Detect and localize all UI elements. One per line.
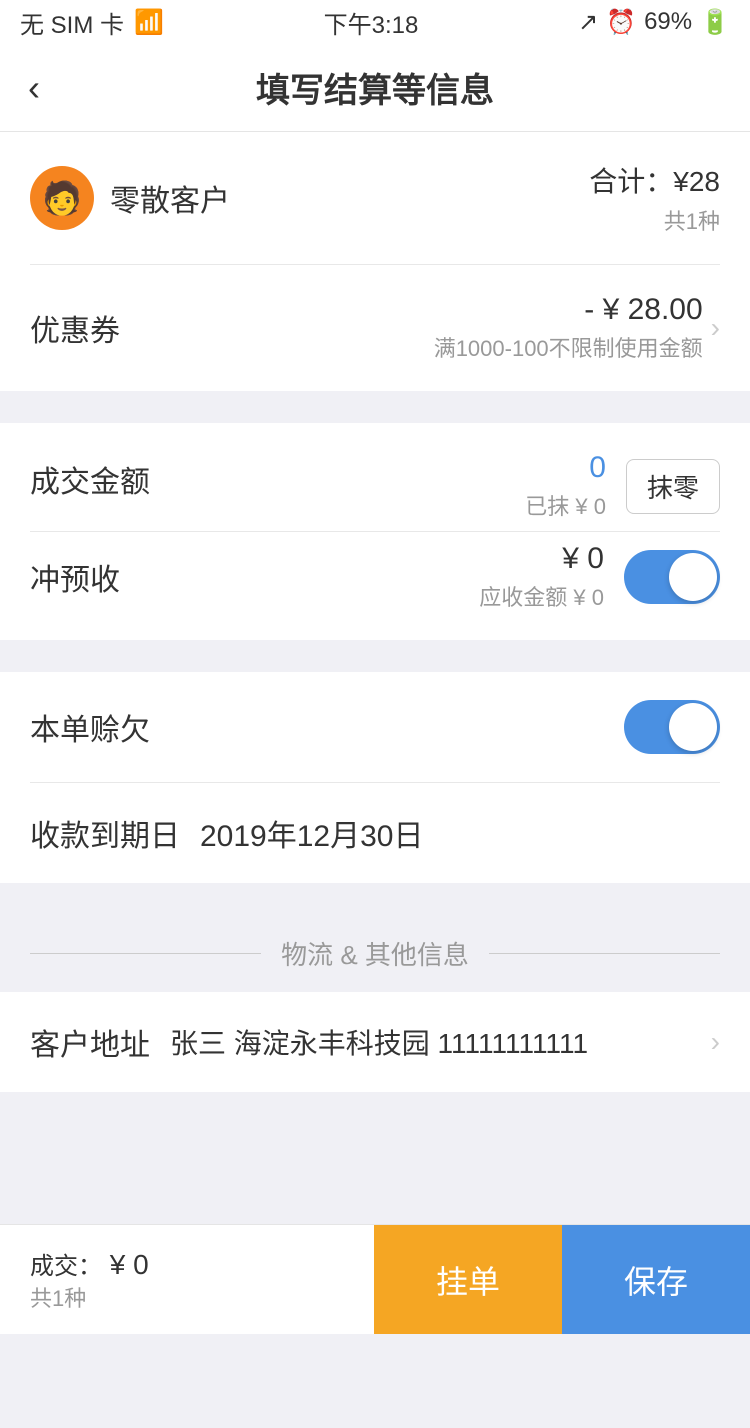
prepay-row: 冲预收 ¥ 0 应收金额 ¥ 0	[0, 532, 750, 640]
deal-label: 成交金额	[30, 451, 150, 501]
section-divider-1	[0, 407, 750, 423]
customer-row: 🧑 零散客户 合计：¥28 共1种	[0, 132, 750, 264]
prepay-amount: ¥ 0	[479, 542, 604, 576]
bottom-actions: 挂单 保存	[374, 1225, 750, 1334]
debt-toggle[interactable]	[624, 700, 720, 754]
avatar-icon: 🧑	[42, 179, 82, 217]
coupon-row[interactable]: 优惠券 - ¥ 28.00 满1000-100不限制使用金额 ›	[0, 265, 750, 391]
round-button[interactable]: 抹零	[626, 459, 720, 514]
debt-label: 本单赊欠	[30, 705, 150, 749]
status-bar: 无 SIM 卡 📶 下午3:18 ↗ ⏰ 69% 🔋	[0, 0, 750, 44]
bottom-deal-count: 共1种	[30, 1281, 344, 1313]
avatar: 🧑	[30, 166, 94, 230]
bottom-info: 成交： ¥ 0 共1种	[0, 1246, 374, 1313]
address-value: 张三 海淀永丰科技园 11111111111	[170, 1022, 711, 1062]
location-icon: ↗	[578, 8, 598, 37]
address-label: 客户地址	[30, 1020, 150, 1064]
back-button[interactable]: ‹	[28, 67, 40, 109]
wifi-icon: 📶	[134, 8, 164, 37]
prepay-label: 冲预收	[30, 555, 120, 599]
battery-text: 69%	[644, 8, 692, 36]
customer-section: 🧑 零散客户 合计：¥28 共1种 优惠券 - ¥ 28.00 满1000-10…	[0, 132, 750, 391]
status-right: ↗ ⏰ 69% 🔋	[578, 8, 730, 37]
bottom-deal-row: 成交： ¥ 0	[30, 1246, 344, 1281]
prepay-value-wrap: ¥ 0 应收金额 ¥ 0	[479, 542, 604, 612]
address-row[interactable]: 客户地址 张三 海淀永丰科技园 11111111111 ›	[0, 992, 750, 1092]
deal-value-wrap: 0 已抹 ¥ 0	[525, 451, 606, 521]
logistics-label: 物流 & 其他信息	[281, 935, 469, 972]
total-amount: 合计：¥28	[589, 160, 720, 200]
section-divider-2	[0, 656, 750, 672]
logistics-line-left	[30, 953, 261, 954]
toggle-knob	[669, 553, 717, 601]
prepay-toggle[interactable]	[624, 550, 720, 604]
section-divider-3	[0, 899, 750, 915]
status-time: 下午3:18	[324, 5, 419, 40]
save-button[interactable]: 保存	[562, 1225, 750, 1334]
prepay-right: ¥ 0 应收金额 ¥ 0	[479, 542, 720, 612]
bottom-deal-label: 成交：	[30, 1253, 102, 1280]
debt-toggle-knob	[669, 703, 717, 751]
bottom-bar: 成交： ¥ 0 共1种 挂单 保存	[0, 1224, 750, 1334]
coupon-label: 优惠券	[30, 306, 120, 350]
nav-bar: ‹ 填写结算等信息	[0, 44, 750, 132]
deal-value: 0	[525, 451, 606, 485]
customer-total: 合计：¥28 共1种	[589, 160, 720, 236]
coupon-value: - ¥ 28.00	[434, 293, 703, 327]
deal-rounded: 已抹 ¥ 0	[525, 489, 606, 521]
prepay-receivable: 应收金额 ¥ 0	[479, 580, 604, 612]
logistics-header: 物流 & 其他信息	[0, 915, 750, 992]
coupon-amount: - ¥ 28.00 满1000-100不限制使用金额	[434, 293, 703, 363]
customer-left: 🧑 零散客户	[30, 166, 230, 230]
page-title: 填写结算等信息	[256, 63, 494, 112]
deal-right: 0 已抹 ¥ 0 抹零	[525, 451, 720, 521]
customer-name: 零散客户	[110, 176, 230, 220]
deal-row: 成交金额 0 已抹 ¥ 0 抹零	[0, 423, 750, 531]
due-date-value: 2019年12月30日	[200, 811, 423, 855]
alarm-icon: ⏰	[606, 8, 636, 37]
bottom-deal-amount: ¥ 0	[110, 1249, 149, 1280]
debt-row: 本单赊欠	[0, 672, 750, 782]
coupon-chevron-icon: ›	[711, 312, 720, 344]
status-left: 无 SIM 卡 📶	[20, 5, 164, 40]
coupon-desc: 满1000-100不限制使用金额	[434, 331, 703, 363]
debt-section: 本单赊欠 收款到期日 2019年12月30日	[0, 672, 750, 883]
due-date-label: 收款到期日	[30, 811, 180, 855]
address-chevron-icon: ›	[711, 1026, 720, 1058]
address-section: 客户地址 张三 海淀永丰科技园 11111111111 ›	[0, 992, 750, 1092]
coupon-right: - ¥ 28.00 满1000-100不限制使用金额 ›	[434, 293, 720, 363]
no-sim-text: 无 SIM 卡	[20, 5, 124, 40]
logistics-line-right	[489, 953, 720, 954]
hold-button[interactable]: 挂单	[374, 1225, 562, 1334]
battery-icon: 🔋	[700, 8, 730, 37]
due-date-row: 收款到期日 2019年12月30日	[0, 783, 750, 883]
total-count: 共1种	[589, 204, 720, 236]
deal-section: 成交金额 0 已抹 ¥ 0 抹零 冲预收 ¥ 0 应收金额 ¥ 0	[0, 423, 750, 640]
